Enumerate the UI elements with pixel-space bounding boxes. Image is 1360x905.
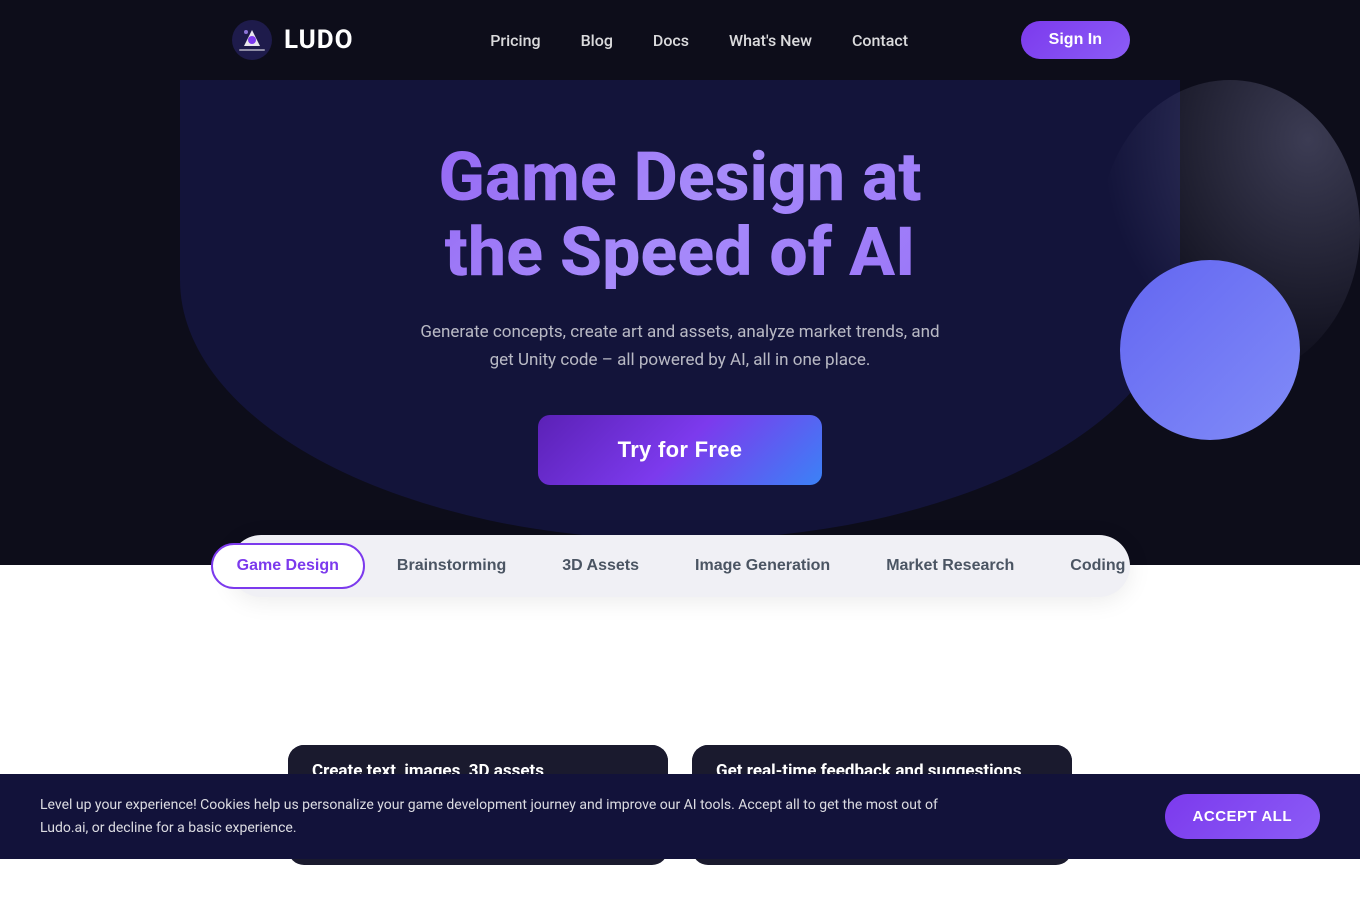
nav-link-docs[interactable]: Docs [653, 31, 689, 50]
try-for-free-button[interactable]: Try for Free [538, 415, 823, 485]
navbar: LUDO Pricing Blog Docs What's New Contac… [0, 0, 1360, 80]
hero-title-line1: Game Design at [438, 137, 921, 217]
hero-title: Game Design at the Speed of AI [20, 140, 1340, 290]
hero-title-line2: the Speed of AI [445, 212, 916, 292]
cookie-banner: Level up your experience! Cookies help u… [0, 774, 1360, 859]
sign-in-button[interactable]: Sign In [1021, 21, 1130, 59]
nav-link-contact[interactable]: Contact [852, 31, 908, 50]
tabs-section: Game Design Brainstorming 3D Assets Imag… [0, 565, 1360, 745]
accept-cookies-button[interactable]: ACCEPT ALL [1165, 794, 1320, 839]
cookie-text: Level up your experience! Cookies help u… [40, 794, 940, 839]
nav-link-pricing[interactable]: Pricing [490, 31, 540, 50]
logo[interactable]: LUDO [230, 18, 354, 62]
hero-section: Game Design at the Speed of AI Generate … [0, 80, 1360, 565]
logo-text: LUDO [284, 25, 354, 55]
hero-subtitle: Generate concepts, create art and assets… [420, 318, 940, 376]
nav-link-blog[interactable]: Blog [581, 31, 613, 50]
hero-content: Game Design at the Speed of AI Generate … [0, 80, 1360, 565]
nav-link-whats-new[interactable]: What's New [729, 31, 812, 50]
nav-links: Pricing Blog Docs What's New Contact [426, 31, 973, 50]
